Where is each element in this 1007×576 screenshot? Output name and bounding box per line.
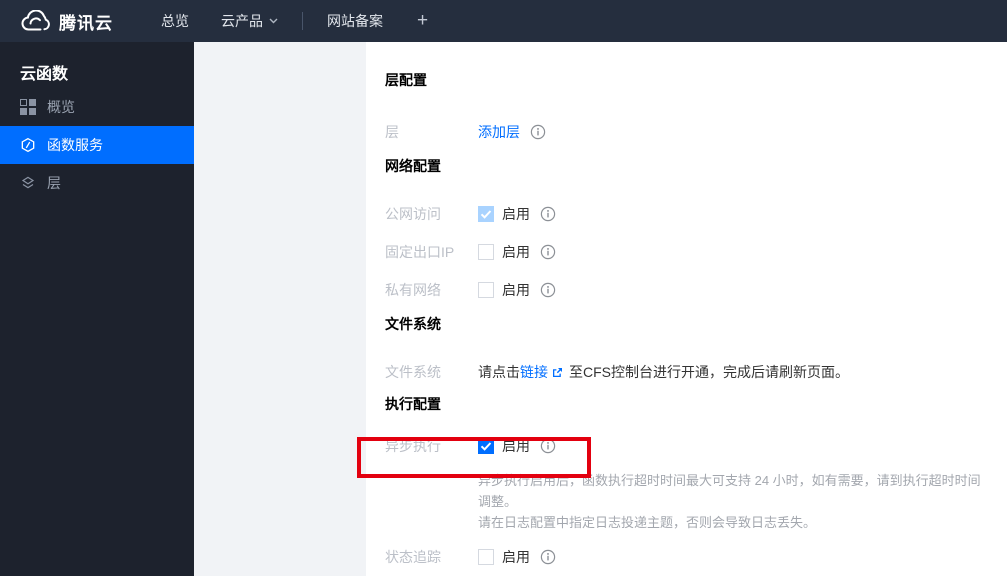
layer-row: 层 添加层 [385,116,987,148]
add-tab-button[interactable]: + [399,0,446,42]
function-icon [20,137,36,153]
fixed-ip-row: 固定出口IP 启用 [385,236,987,268]
filesystem-row: 文件系统 请点击 链接 至CFS控制台进行开通，完成后请刷新页面。 [385,356,987,388]
async-execution-checkbox[interactable] [478,438,494,454]
sidebar: 云函数 概览 函数服务 层 [0,42,194,576]
section-heading-execution: 执行配置 [385,396,441,412]
public-network-checkbox[interactable] [478,206,494,222]
info-icon[interactable] [540,438,556,454]
info-icon[interactable] [530,124,546,140]
tencent-cloud-logo[interactable]: 腾讯云 [20,9,113,34]
chevron-down-icon [269,18,278,24]
async-desc-line1: 异步执行启用后，函数执行超时时间最大可支持 24 小时，如有需要，请到执行超时时… [478,473,981,509]
settings-panel: 层配置 层 添加层 网络配置 公网访问 启用 固定出口IP 启用 私有网络 启用… [366,42,1007,576]
status-trace-row: 状态追踪 启用 [385,541,987,573]
async-desc-line2: 请在日志配置中指定日志投递主题，否则会导致日志丢失。 [478,515,817,530]
sidebar-item-label: 层 [47,175,61,191]
external-link-icon [553,367,562,377]
layers-icon [20,175,36,191]
fixed-ip-label: 固定出口IP [385,244,455,260]
filesystem-label: 文件系统 [385,364,441,380]
brand-name: 腾讯云 [59,13,113,33]
info-icon[interactable] [540,206,556,222]
enable-label: 启用 [502,206,530,222]
sidebar-title: 云函数 [20,66,69,83]
section-heading-layer-config: 层配置 [385,72,427,88]
async-execution-row: 异步执行 启用 [385,430,987,462]
vpc-row: 私有网络 启用 [385,274,987,306]
section-heading-filesystem: 文件系统 [385,316,441,332]
public-network-label: 公网访问 [385,206,441,222]
async-execution-description: 异步执行启用后，函数执行超时时间最大可支持 24 小时，如有需要，请到执行超时时… [478,470,987,533]
public-network-row: 公网访问 启用 [385,198,987,230]
async-execution-label: 异步执行 [385,438,441,454]
layer-label: 层 [385,124,399,140]
nav-overview-label: 总览 [161,13,189,29]
info-icon[interactable] [540,549,556,565]
vpc-label: 私有网络 [385,282,441,298]
navbar-menu: 总览 云产品 网站备案 + [145,0,446,42]
console-page: 腾讯云 总览 云产品 网站备案 + 云函数 概览 函数服务 层 层配置 层 添加… [0,0,1007,576]
info-icon[interactable] [540,244,556,260]
section-heading-network-config: 网络配置 [385,158,441,174]
sidebar-item-function-service[interactable]: 函数服务 [0,126,194,164]
vpc-checkbox[interactable] [478,282,494,298]
top-navbar: 腾讯云 总览 云产品 网站备案 + [0,0,1007,42]
enable-label: 启用 [502,244,530,260]
navbar-divider [302,12,303,30]
enable-label: 启用 [502,549,530,565]
nav-item-overview[interactable]: 总览 [145,0,205,42]
nav-item-icp[interactable]: 网站备案 [311,0,399,42]
filesystem-text-after: 至CFS控制台进行开通，完成后请刷新页面。 [569,364,849,380]
status-trace-checkbox[interactable] [478,549,494,565]
sidebar-item-label: 函数服务 [47,137,103,153]
grid-icon [20,99,36,115]
filesystem-text-before: 请点击 [478,364,520,380]
nav-item-products[interactable]: 云产品 [205,0,294,42]
status-trace-label: 状态追踪 [385,549,441,565]
sidebar-item-layers[interactable]: 层 [0,164,194,202]
cfs-link[interactable]: 链接 [520,362,548,382]
enable-label: 启用 [502,438,530,454]
sidebar-item-overview[interactable]: 概览 [0,88,194,126]
nav-icp-label: 网站备案 [327,13,383,29]
cloud-logo-icon [21,10,50,31]
plus-icon: + [417,10,429,31]
nav-products-label: 云产品 [221,13,263,29]
fixed-ip-checkbox[interactable] [478,244,494,260]
info-icon[interactable] [540,282,556,298]
sidebar-item-label: 概览 [47,99,75,115]
enable-label: 启用 [502,282,530,298]
add-layer-link[interactable]: 添加层 [478,122,520,142]
secondary-panel [194,42,366,576]
